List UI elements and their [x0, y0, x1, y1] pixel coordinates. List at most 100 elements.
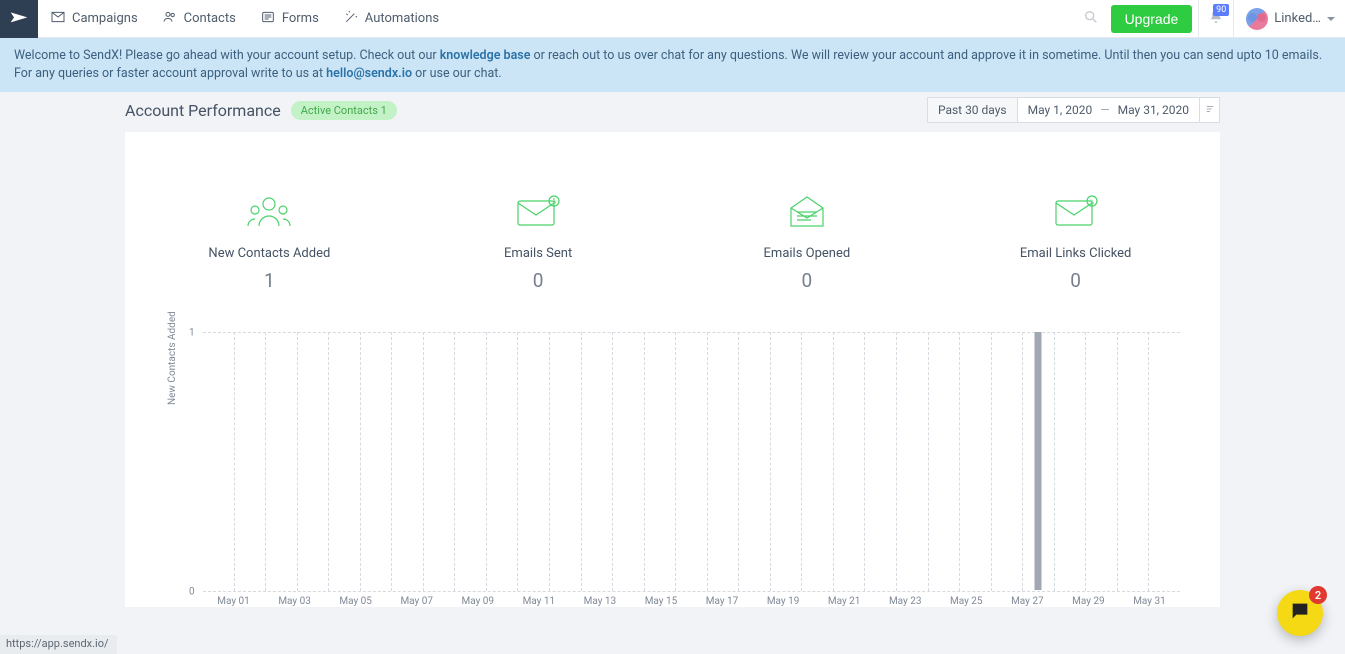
upgrade-button[interactable]: Upgrade	[1111, 5, 1193, 33]
xtick-label: May 19	[753, 596, 814, 607]
avatar	[1246, 8, 1268, 30]
date-separator: —	[1100, 103, 1109, 117]
envelope-icon	[50, 9, 66, 29]
chart-column	[234, 332, 266, 591]
chart-y-label: New Contacts Added	[167, 311, 178, 405]
chart-column	[328, 332, 360, 591]
chart-column	[612, 332, 644, 591]
logo[interactable]	[0, 0, 38, 38]
xtick-label: May 25	[936, 596, 997, 607]
metric-label: Emails Sent	[404, 246, 673, 261]
xtick-label: May 17	[692, 596, 753, 607]
chart-column	[801, 332, 833, 591]
xtick-label: May 11	[508, 596, 569, 607]
top-nav: Campaigns Contacts Forms Automations Upg…	[0, 0, 1345, 38]
nav-forms[interactable]: Forms	[248, 0, 331, 38]
chart-column	[1117, 332, 1149, 591]
date-from: May 1, 2020	[1028, 103, 1093, 117]
chart-column	[1054, 332, 1086, 591]
chart-column	[391, 332, 423, 591]
date-range-preset-label: Past 30 days	[938, 103, 1007, 117]
ytick-max: 1	[189, 328, 195, 339]
chart-column	[1148, 332, 1180, 591]
xtick-label: May 09	[447, 596, 508, 607]
status-bar-url: https://app.sendx.io/	[0, 635, 117, 654]
page-header: Account Performance Active Contacts 1 Pa…	[0, 92, 1345, 126]
xtick-label: May 31	[1119, 596, 1180, 607]
metric-emails-opened: Emails Opened 0	[673, 192, 942, 292]
page-title: Account Performance	[125, 101, 281, 120]
xtick-label: May 13	[569, 596, 630, 607]
chevron-down-icon	[1327, 17, 1335, 21]
chart-column	[833, 332, 865, 591]
chart-column	[770, 332, 802, 591]
user-menu[interactable]: Linked…	[1240, 8, 1335, 30]
wand-icon	[343, 9, 359, 29]
mail-sent-icon	[404, 192, 673, 232]
xtick-label: May 03	[264, 596, 325, 607]
chart-column	[203, 332, 234, 591]
chart-bar	[1035, 332, 1042, 590]
chart-column	[738, 332, 770, 591]
gridline	[203, 591, 1180, 592]
date-range-picker[interactable]: May 1, 2020 — May 31, 2020	[1018, 97, 1200, 123]
xtick-label: May 27	[997, 596, 1058, 607]
chart-column	[644, 332, 676, 591]
menu-icon	[1205, 103, 1215, 118]
nav-label: Forms	[282, 11, 319, 26]
metric-label: Emails Opened	[673, 246, 942, 261]
chart-column	[265, 332, 297, 591]
chat-icon	[1289, 600, 1311, 626]
form-icon	[260, 9, 276, 29]
notification-badge: 90	[1213, 4, 1229, 16]
people-icon	[162, 9, 178, 29]
knowledge-base-link[interactable]: knowledge base	[440, 48, 531, 63]
xtick-label: May 07	[386, 596, 447, 607]
active-contacts-pill: Active Contacts 1	[291, 101, 397, 120]
metric-label: Email Links Clicked	[941, 246, 1210, 261]
metric-new-contacts: New Contacts Added 1	[135, 192, 404, 292]
nav-items: Campaigns Contacts Forms Automations	[38, 0, 451, 38]
contacts-icon	[135, 192, 404, 232]
chart-column	[1085, 332, 1117, 591]
welcome-banner: Welcome to SendX! Please go ahead with y…	[0, 38, 1345, 92]
metric-value: 0	[404, 269, 673, 292]
user-name-label: Linked…	[1274, 11, 1321, 26]
chart-column	[581, 332, 613, 591]
xtick-label: May 29	[1058, 596, 1119, 607]
chart-column	[675, 332, 707, 591]
search-button[interactable]	[1077, 5, 1105, 33]
chart-column	[991, 332, 1023, 591]
mail-click-icon: %	[941, 192, 1210, 232]
chart-plot: 1 0	[203, 332, 1180, 592]
support-email-link[interactable]: hello@sendx.io	[326, 66, 412, 81]
performance-card: New Contacts Added 1 Emails Sent 0 Email…	[125, 132, 1220, 607]
metric-value: 1	[135, 269, 404, 292]
chart-column	[707, 332, 739, 591]
nav-right: Upgrade 90 Linked…	[1077, 0, 1345, 38]
chart-column	[454, 332, 486, 591]
chart-area: New Contacts Added 1 0 May 01May 03May 0…	[125, 332, 1220, 607]
xtick-label: May 21	[814, 596, 875, 607]
date-range-preset[interactable]: Past 30 days	[927, 97, 1018, 123]
chart-column	[423, 332, 455, 591]
chat-button[interactable]: 2	[1277, 590, 1323, 636]
notifications-button[interactable]: 90	[1198, 0, 1234, 38]
metric-links-clicked: % Email Links Clicked 0	[941, 192, 1210, 292]
nav-campaigns[interactable]: Campaigns	[38, 0, 150, 38]
metric-value: 0	[941, 269, 1210, 292]
xtick-label: May 05	[325, 596, 386, 607]
nav-contacts[interactable]: Contacts	[150, 0, 248, 38]
search-icon	[1083, 9, 1099, 29]
xtick-label: May 23	[875, 596, 936, 607]
xtick-label: May 15	[630, 596, 691, 607]
nav-automations[interactable]: Automations	[331, 0, 451, 38]
chart-export-button[interactable]	[1200, 97, 1220, 123]
chart-column	[549, 332, 581, 591]
banner-text-pre: Welcome to SendX! Please go ahead with y…	[14, 48, 440, 63]
ytick-min: 0	[189, 587, 195, 598]
date-to: May 31, 2020	[1118, 103, 1189, 117]
chart-column	[486, 332, 518, 591]
nav-label: Contacts	[184, 11, 236, 26]
metrics-row: New Contacts Added 1 Emails Sent 0 Email…	[125, 192, 1220, 292]
